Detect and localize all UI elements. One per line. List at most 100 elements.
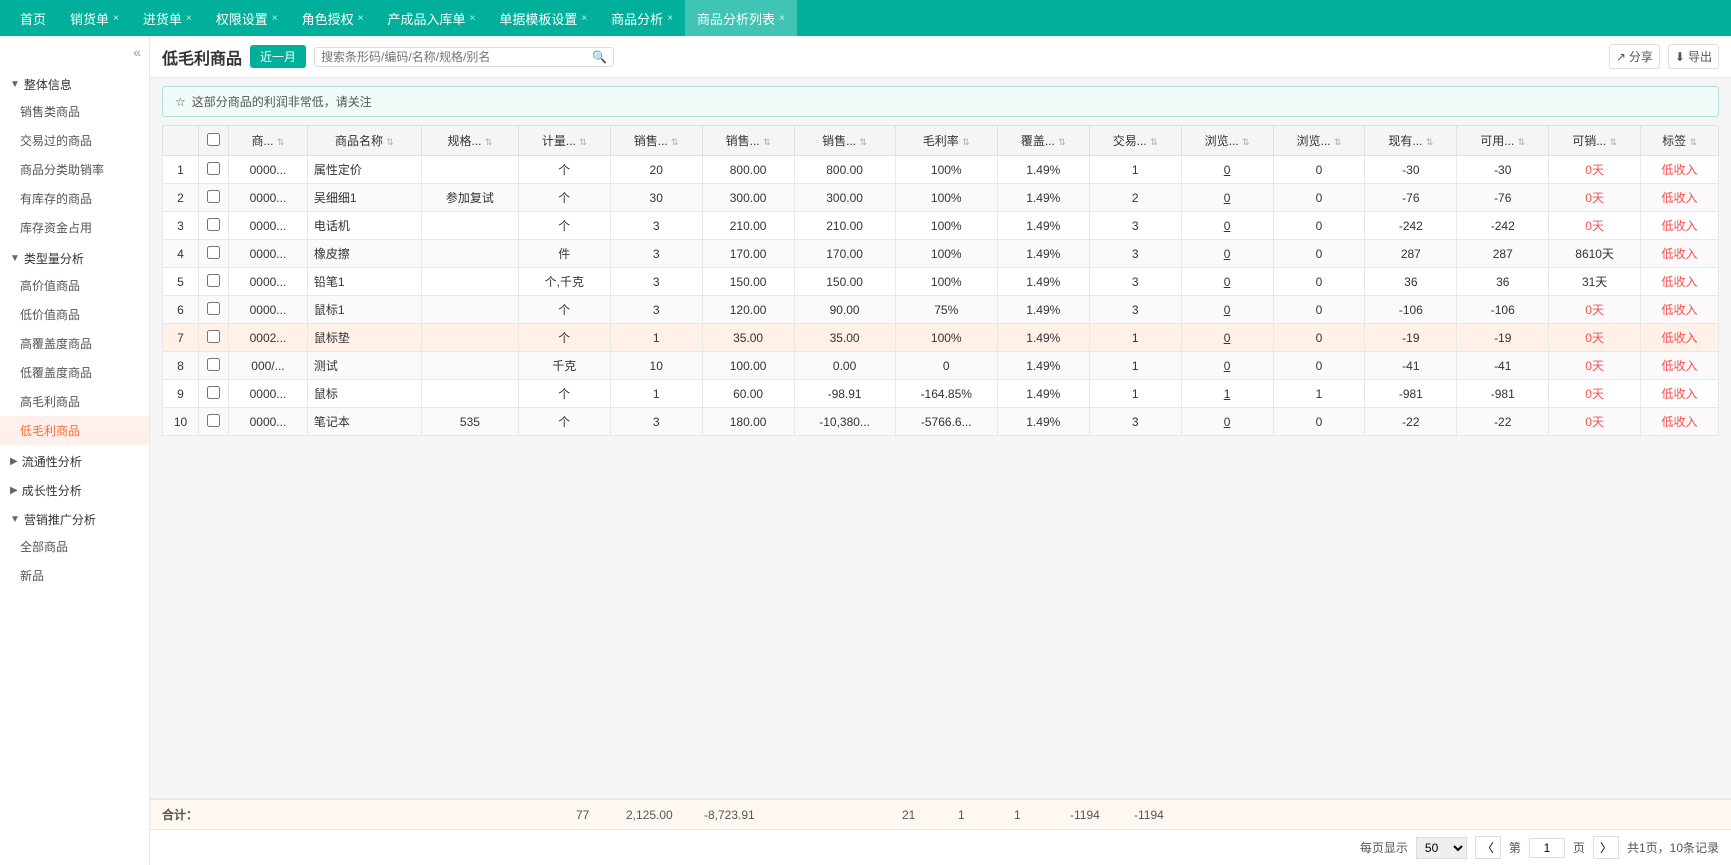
sidebar-item-category-rate[interactable]: 商品分类助销率	[0, 155, 149, 184]
th-name[interactable]: 商品名称 ⇅	[307, 126, 421, 156]
nav-sales[interactable]: 销货单 ×	[58, 0, 131, 36]
th-unit[interactable]: 计量... ⇅	[518, 126, 610, 156]
table-container[interactable]: 商... ⇅ 商品名称 ⇅ 规格... ⇅ 计量... ⇅ 销售... ⇅ 销售…	[162, 125, 1719, 798]
sidebar-item-high-margin[interactable]: 高毛利商品	[0, 387, 149, 416]
row-check[interactable]	[199, 408, 229, 436]
th-code[interactable]: 商... ⇅	[229, 126, 308, 156]
nav-templates-close[interactable]: ×	[581, 13, 587, 24]
row-check[interactable]	[199, 156, 229, 184]
row-browse1[interactable]: 0	[1181, 268, 1273, 296]
page-input[interactable]	[1529, 838, 1565, 858]
share-button[interactable]: ↗ 分享	[1609, 44, 1660, 69]
row-browse2: 0	[1273, 324, 1365, 352]
sidebar-item-all-goods[interactable]: 全部商品	[0, 532, 149, 561]
row-browse1[interactable]: 0	[1181, 240, 1273, 268]
sidebar-item-high-coverage[interactable]: 高覆盖度商品	[0, 329, 149, 358]
row-profit: 90.00	[794, 296, 895, 324]
row-unit: 个	[518, 156, 610, 184]
nav-purchase-close[interactable]: ×	[186, 13, 192, 24]
nav-permissions[interactable]: 权限设置 ×	[204, 0, 290, 36]
content-area: 低毛利商品 近一月 🔍 ↗ 分享 ⬇ 导出 ☆ 这部分商品的利润非常低，请关注	[150, 36, 1731, 865]
nav-analysis-close[interactable]: ×	[667, 13, 673, 24]
row-checkbox[interactable]	[207, 246, 220, 259]
row-browse1[interactable]: 0	[1181, 324, 1273, 352]
th-avail[interactable]: 可用... ⇅	[1457, 126, 1549, 156]
row-browse1[interactable]: 0	[1181, 184, 1273, 212]
th-profit[interactable]: 销售... ⇅	[794, 126, 895, 156]
th-cover[interactable]: 覆盖... ⇅	[997, 126, 1089, 156]
prev-page-btn[interactable]: 〈	[1475, 836, 1501, 859]
sidebar-item-high-value[interactable]: 高价值商品	[0, 271, 149, 300]
sidebar-group-marketing[interactable]: ▼ 营销推广分析	[0, 503, 149, 532]
nav-roles[interactable]: 角色授权 ×	[290, 0, 376, 36]
row-browse1[interactable]: 0	[1181, 352, 1273, 380]
date-filter-btn[interactable]: 近一月	[250, 45, 306, 68]
nav-products-close[interactable]: ×	[469, 13, 475, 24]
th-margin[interactable]: 毛利率 ⇅	[895, 126, 997, 156]
nav-sales-close[interactable]: ×	[113, 13, 119, 24]
nav-analysis-list-close[interactable]: ×	[779, 13, 785, 24]
select-all-checkbox[interactable]	[207, 133, 220, 146]
nav-permissions-close[interactable]: ×	[272, 13, 278, 24]
row-check[interactable]	[199, 380, 229, 408]
row-browse1[interactable]: 0	[1181, 156, 1273, 184]
nav-analysis-list[interactable]: 商品分析列表 ×	[685, 0, 797, 36]
row-browse1[interactable]: 0	[1181, 212, 1273, 240]
row-checkbox[interactable]	[207, 218, 220, 231]
sidebar-collapse-btn[interactable]: «	[0, 36, 149, 68]
sidebar-group-flow[interactable]: ▶ 流通性分析	[0, 445, 149, 474]
nav-templates[interactable]: 单据模板设置 ×	[487, 0, 599, 36]
nav-analysis[interactable]: 商品分析 ×	[599, 0, 685, 36]
th-seq[interactable]	[163, 126, 199, 156]
row-checkbox[interactable]	[207, 330, 220, 343]
sidebar-group-growth[interactable]: ▶ 成长性分析	[0, 474, 149, 503]
row-check[interactable]	[199, 268, 229, 296]
row-checkbox[interactable]	[207, 302, 220, 315]
th-trade[interactable]: 交易... ⇅	[1089, 126, 1181, 156]
th-browse1[interactable]: 浏览... ⇅	[1181, 126, 1273, 156]
row-check[interactable]	[199, 240, 229, 268]
nav-home[interactable]: 首页	[8, 0, 58, 36]
search-icon[interactable]: 🔍	[592, 50, 607, 64]
row-browse1[interactable]: 0	[1181, 408, 1273, 436]
row-checkbox[interactable]	[207, 414, 220, 427]
row-check[interactable]	[199, 324, 229, 352]
row-checkbox[interactable]	[207, 386, 220, 399]
th-stock[interactable]: 现有... ⇅	[1365, 126, 1457, 156]
th-sellable[interactable]: 可销... ⇅	[1549, 126, 1641, 156]
sidebar-item-capital[interactable]: 库存资金占用	[0, 213, 149, 242]
export-button[interactable]: ⬇ 导出	[1668, 44, 1719, 69]
sidebar-group-overall[interactable]: ▼ 整体信息	[0, 68, 149, 97]
row-browse1[interactable]: 1	[1181, 380, 1273, 408]
th-amount[interactable]: 销售... ⇅	[702, 126, 794, 156]
sidebar-item-sales-goods[interactable]: 销售类商品	[0, 97, 149, 126]
row-check[interactable]	[199, 212, 229, 240]
row-checkbox[interactable]	[207, 190, 220, 203]
sidebar-item-low-value[interactable]: 低价值商品	[0, 300, 149, 329]
sidebar-item-stock-goods[interactable]: 有库存的商品	[0, 184, 149, 213]
row-check[interactable]	[199, 352, 229, 380]
row-browse1[interactable]: 0	[1181, 296, 1273, 324]
th-spec[interactable]: 规格... ⇅	[422, 126, 519, 156]
th-check[interactable]	[199, 126, 229, 156]
sidebar-item-traded-goods[interactable]: 交易过的商品	[0, 126, 149, 155]
row-checkbox[interactable]	[207, 358, 220, 371]
nav-roles-close[interactable]: ×	[358, 13, 364, 24]
sidebar-item-low-coverage[interactable]: 低覆盖度商品	[0, 358, 149, 387]
row-check[interactable]	[199, 296, 229, 324]
row-margin: 0	[895, 352, 997, 380]
search-input[interactable]	[321, 50, 592, 64]
th-tag[interactable]: 标签 ⇅	[1641, 126, 1719, 156]
sidebar-item-new-goods[interactable]: 新品	[0, 561, 149, 590]
per-page-select[interactable]: 50 20 100	[1416, 837, 1467, 859]
row-checkbox[interactable]	[207, 274, 220, 287]
row-check[interactable]	[199, 184, 229, 212]
sidebar-group-type[interactable]: ▼ 类型量分析	[0, 242, 149, 271]
sidebar-item-low-margin[interactable]: 低毛利商品	[0, 416, 149, 445]
nav-purchase[interactable]: 进货单 ×	[131, 0, 204, 36]
row-checkbox[interactable]	[207, 162, 220, 175]
th-qty[interactable]: 销售... ⇅	[610, 126, 702, 156]
nav-products[interactable]: 产成品入库单 ×	[375, 0, 487, 36]
th-browse2[interactable]: 浏览... ⇅	[1273, 126, 1365, 156]
next-page-btn[interactable]: 〉	[1593, 836, 1619, 859]
